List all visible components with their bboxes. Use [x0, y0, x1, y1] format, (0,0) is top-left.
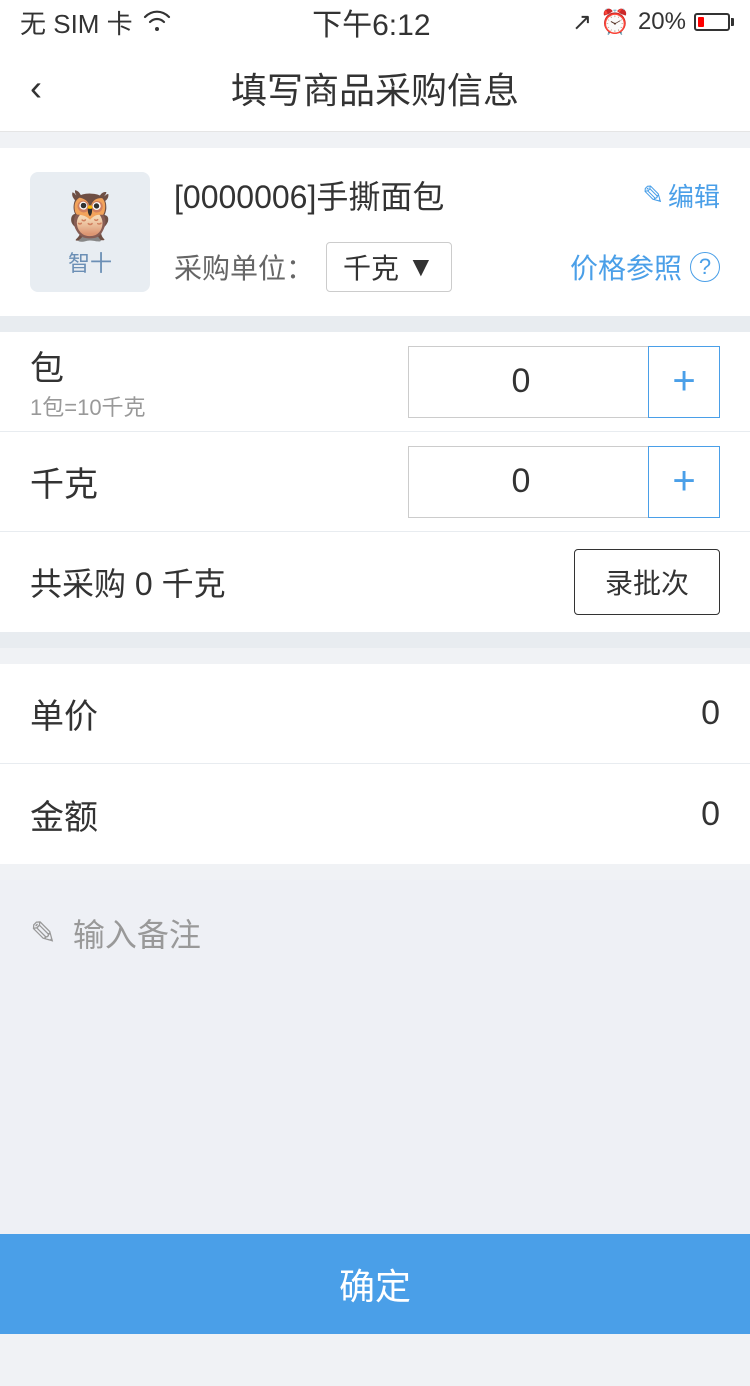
batch-button[interactable]: 录批次 — [574, 549, 720, 615]
bag-quantity-input[interactable] — [408, 346, 648, 418]
product-title: 手撕面包 — [316, 179, 444, 215]
bag-input-row: 包 1包=10千克 + — [0, 332, 750, 432]
amount-value: 0 — [701, 795, 720, 834]
summary-text: 共采购 0 千克 — [30, 559, 226, 605]
kg-quantity-input[interactable] — [408, 446, 648, 518]
amount-row: 金额 0 — [0, 764, 750, 864]
nav-bar: ‹ 填写商品采购信息 — [0, 44, 750, 132]
status-left: 无 SIM 卡 — [20, 4, 171, 41]
summary-row: 共采购 0 千克 录批次 — [0, 532, 750, 632]
bag-label-group: 包 1包=10千克 — [30, 341, 146, 422]
edit-icon: ✎ — [642, 180, 664, 211]
product-info: [0000006]手撕面包 ✎ 编辑 采购单位： 千克 ▼ 价格参照 ? — [174, 172, 720, 292]
help-icon: ? — [690, 252, 720, 282]
status-bar: 无 SIM 卡 下午6:12 ↗ ⏰ 20% — [0, 0, 750, 44]
price-section: 单价 0 金额 0 — [0, 664, 750, 864]
notes-placeholder: 输入备注 — [73, 910, 201, 956]
brand-text: 智十 — [68, 246, 112, 278]
unit-price-row: 单价 0 — [0, 664, 750, 764]
edit-button[interactable]: ✎ 编辑 — [642, 177, 720, 214]
price-reference-button[interactable]: 价格参照 ? — [570, 247, 720, 287]
section-divider-1 — [0, 316, 750, 332]
wifi-icon — [143, 7, 171, 38]
product-name-row: [0000006]手撕面包 ✎ 编辑 — [174, 172, 720, 218]
product-logo-icon: 🦉 — [60, 187, 120, 244]
bag-plus-button[interactable]: + — [648, 346, 720, 418]
kg-input-controls: + — [408, 446, 720, 518]
battery-icon — [694, 13, 730, 31]
unit-price-label: 单价 — [30, 689, 98, 738]
amount-label: 金额 — [30, 790, 98, 839]
alarm-icon: ⏰ — [600, 8, 630, 37]
unit-value: 千克 — [343, 247, 399, 287]
bag-input-controls: + — [408, 346, 720, 418]
bag-sub-label: 1包=10千克 — [30, 390, 146, 422]
product-name: [0000006]手撕面包 — [174, 172, 444, 218]
notes-icon: ✎ — [30, 914, 57, 952]
kg-label: 千克 — [30, 457, 98, 506]
summary-section: 共采购 0 千克 录批次 — [0, 532, 750, 632]
battery-percent: 20% — [638, 8, 686, 36]
unit-select[interactable]: 千克 ▼ — [326, 242, 452, 292]
notes-section[interactable]: ✎ 输入备注 — [0, 880, 750, 986]
confirm-label: 确定 — [339, 1258, 411, 1310]
carrier-text: 无 SIM 卡 — [20, 4, 133, 41]
kg-label-group: 千克 — [30, 457, 98, 506]
confirm-button[interactable]: 确定 — [0, 1234, 750, 1334]
page-title: 填写商品采购信息 — [231, 62, 519, 114]
status-right: ↗ ⏰ 20% — [572, 8, 730, 37]
product-image: 🦉 智十 — [30, 172, 150, 292]
kg-plus-button[interactable]: + — [648, 446, 720, 518]
purchase-unit-row: 采购单位： 千克 ▼ 价格参照 ? — [174, 242, 720, 292]
product-card: 🦉 智十 [0000006]手撕面包 ✎ 编辑 采购单位： 千克 ▼ — [0, 148, 750, 316]
status-time: 下午6:12 — [312, 0, 430, 44]
unit-label: 采购单位： — [174, 247, 314, 287]
back-button[interactable]: ‹ — [30, 67, 42, 109]
edit-label: 编辑 — [668, 177, 720, 214]
location-icon: ↗ — [572, 8, 592, 37]
kg-input-row: 千克 + — [0, 432, 750, 532]
product-id: [0000006] — [174, 179, 316, 215]
unit-price-value: 0 — [701, 694, 720, 733]
price-ref-label: 价格参照 — [570, 247, 682, 287]
unit-dropdown-icon: ▼ — [407, 251, 435, 283]
bag-label: 包 — [30, 341, 146, 390]
quantity-section: 包 1包=10千克 + 千克 + — [0, 332, 750, 532]
section-divider-2 — [0, 632, 750, 648]
